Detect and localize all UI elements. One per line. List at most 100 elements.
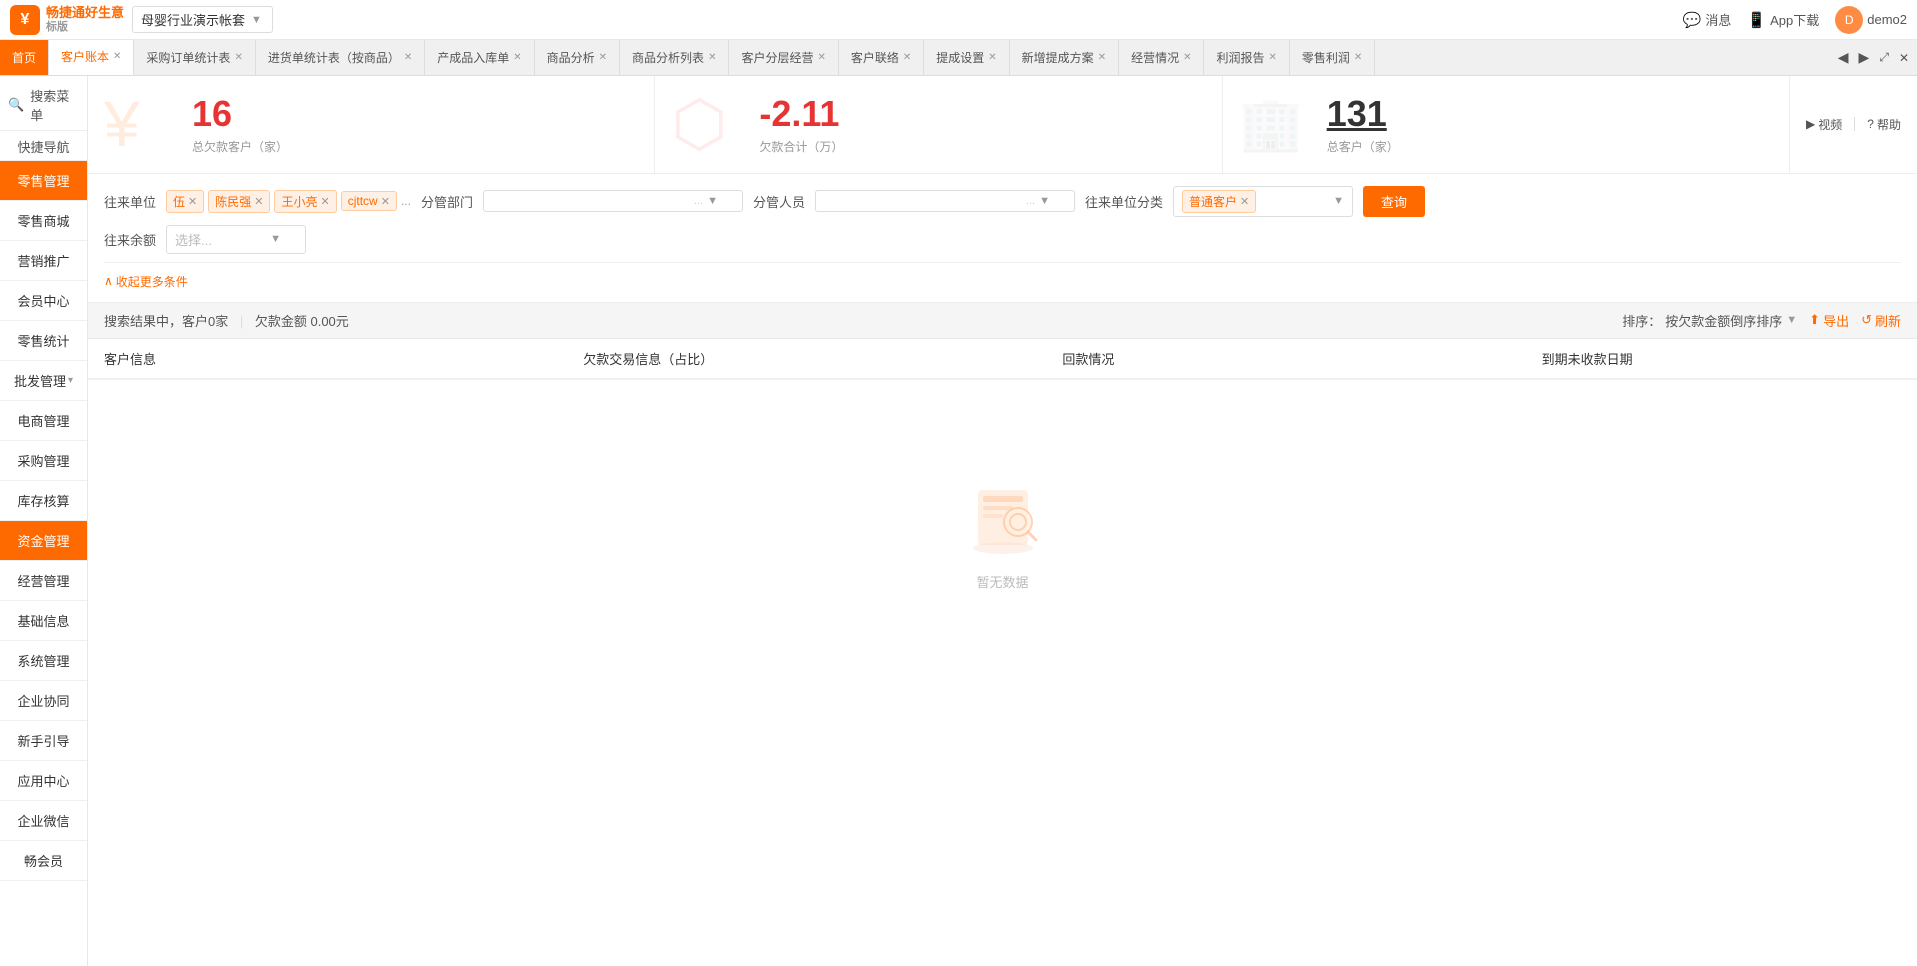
tab-commission[interactable]: 提成设置 ✕ [924, 40, 1009, 76]
remove-wu-icon[interactable]: ✕ [188, 195, 197, 208]
sidebar-item-corp-wechat[interactable]: 企业微信 [0, 801, 87, 841]
unit-type-tag-common[interactable]: 普通客户 ✕ [1182, 190, 1256, 213]
user-name: demo2 [1867, 12, 1907, 27]
close-receivable-icon[interactable]: ✕ [113, 51, 121, 62]
app-download-button[interactable]: 📱 App下载 [1747, 10, 1819, 29]
commission-label: 提成设置 [936, 49, 984, 66]
remove-cjttcw-icon[interactable]: ✕ [381, 195, 390, 208]
close-operation-icon[interactable]: ✕ [1183, 52, 1191, 63]
close-new-commission-icon[interactable]: ✕ [1098, 52, 1106, 63]
sidebar-item-ecommerce[interactable]: 电商管理 [0, 401, 87, 441]
tab-customer-contact[interactable]: 客户联络 ✕ [839, 40, 924, 76]
brand-logo[interactable]: ¥ 畅捷通好生意 标版 [10, 5, 124, 35]
nav-close-all-icon[interactable]: ✕ [1895, 49, 1913, 67]
close-commission-icon[interactable]: ✕ [988, 52, 996, 63]
customer-contact-label: 客户联络 [851, 49, 899, 66]
tab-new-commission[interactable]: 新增提成方案 ✕ [1010, 40, 1119, 76]
messages-label: 消息 [1705, 10, 1731, 29]
sidebar-item-marketing[interactable]: 营销推广 [0, 241, 87, 281]
dept-select[interactable]: ... ▼ [483, 190, 743, 212]
unit-tag-cjttcw[interactable]: cjttcw ✕ [341, 191, 397, 211]
collapse-button[interactable]: ∧ 收起更多条件 [104, 267, 1901, 298]
remove-chen-icon[interactable]: ✕ [254, 195, 263, 208]
remove-wang-icon[interactable]: ✕ [321, 195, 330, 208]
tab-home[interactable]: 首页 [0, 40, 49, 76]
balance-select[interactable]: 选择... ▼ [166, 225, 306, 254]
sidebar-item-retail-stat[interactable]: 零售统计 [0, 321, 87, 361]
close-goods-icon[interactable]: ✕ [599, 52, 607, 63]
close-contact-icon[interactable]: ✕ [903, 52, 911, 63]
close-product-icon[interactable]: ✕ [513, 52, 521, 63]
tab-profit-report[interactable]: 利润报告 ✕ [1204, 40, 1289, 76]
tab-customer-segment[interactable]: 客户分层经营 ✕ [729, 40, 838, 76]
sidebar-item-finance[interactable]: 资金管理 [0, 521, 87, 561]
help-button[interactable]: ? 帮助 [1867, 116, 1901, 133]
close-purchase-icon[interactable]: ✕ [234, 52, 242, 63]
sidebar-item-app-center[interactable]: 应用中心 [0, 761, 87, 801]
close-segment-icon[interactable]: ✕ [817, 52, 825, 63]
tab-stock-stat[interactable]: 进货单统计表（按商品） ✕ [256, 40, 425, 76]
sidebar-item-retail-shop[interactable]: 零售商城 [0, 201, 87, 241]
brand-icon: ¥ [10, 5, 40, 35]
video-button[interactable]: ▶ 视频 [1806, 116, 1842, 133]
sidebar-item-inventory[interactable]: 库存核算 [0, 481, 87, 521]
ecommerce-label: 电商管理 [17, 414, 69, 429]
tab-retail-profit[interactable]: 零售利润 ✕ [1290, 40, 1375, 76]
export-button[interactable]: ⬆ 导出 [1809, 311, 1849, 330]
tab-product-inbound[interactable]: 产成品入库单 ✕ [425, 40, 534, 76]
close-goods-list-icon[interactable]: ✕ [708, 52, 716, 63]
nav-maximize-icon[interactable]: ⤢ [1875, 48, 1893, 67]
unit-tag-wu[interactable]: 伍 ✕ [166, 190, 204, 213]
stat-total-debt: ⬡ -2.11 欠款合计（万） [655, 76, 1222, 173]
divider [1854, 117, 1855, 131]
nav-left-icon[interactable]: ◀ [1834, 47, 1853, 68]
tab-receivable[interactable]: 客户账本 ✕ [49, 40, 134, 76]
query-button[interactable]: 查询 [1363, 186, 1425, 217]
person-select[interactable]: ... ▼ [815, 190, 1075, 212]
messages-button[interactable]: 💬 消息 [1683, 10, 1732, 29]
close-retail-profit-icon[interactable]: ✕ [1354, 52, 1362, 63]
person-clear-icon[interactable]: ... [1026, 195, 1035, 207]
nav-right-icon[interactable]: ▶ [1855, 47, 1874, 68]
account-dropdown[interactable]: 母婴行业演示帐套 ▼ [132, 6, 273, 33]
close-stock-icon[interactable]: ✕ [404, 52, 412, 63]
unit-tag-wang[interactable]: 王小亮 ✕ [274, 190, 336, 213]
help-icon: ? [1867, 117, 1874, 131]
search-menu-label: 搜索菜单 [30, 86, 79, 124]
sort-dropdown[interactable]: 排序： 按欠款金额倒序排序 ▼ [1622, 311, 1797, 330]
sidebar-item-new-guide[interactable]: 新手引导 [0, 721, 87, 761]
tab-goods-list[interactable]: 商品分析列表 ✕ [620, 40, 729, 76]
quick-nav-label: 快捷导航 [17, 140, 69, 155]
stock-stat-label: 进货单统计表（按商品） [268, 49, 400, 66]
sidebar-item-wholesale[interactable]: 批发管理 ▾ [0, 361, 87, 401]
goods-analysis-label: 商品分析 [547, 49, 595, 66]
sidebar-item-basic-info[interactable]: 基础信息 [0, 601, 87, 641]
retail-shop-label: 零售商城 [17, 214, 69, 229]
sidebar-item-enterprise[interactable]: 企业协同 [0, 681, 87, 721]
sidebar-item-system[interactable]: 系统管理 [0, 641, 87, 681]
new-guide-label: 新手引导 [17, 734, 69, 749]
unit-type-filter-label: 往来单位分类 [1085, 192, 1163, 211]
user-profile[interactable]: D demo2 [1835, 6, 1907, 34]
stat-bg-yen-icon: ¥ [104, 87, 140, 161]
user-avatar: D [1835, 6, 1863, 34]
close-profit-icon[interactable]: ✕ [1269, 52, 1277, 63]
sidebar-quick-nav[interactable]: 快捷导航 [0, 131, 87, 161]
sidebar-item-vip[interactable]: 畅会员 [0, 841, 87, 881]
dept-clear-icon[interactable]: ... [694, 195, 703, 207]
sidebar-item-member[interactable]: 会员中心 [0, 281, 87, 321]
sidebar-search[interactable]: 🔍 搜索菜单 [0, 76, 87, 131]
unit-tag-chen[interactable]: 陈民强 ✕ [208, 190, 270, 213]
corp-wechat-label: 企业微信 [17, 814, 69, 829]
sidebar-item-purchase[interactable]: 采购管理 [0, 441, 87, 481]
more-tags-btn[interactable]: ... [401, 194, 411, 208]
unit-type-select[interactable]: 普通客户 ✕ ▼ [1173, 186, 1353, 217]
tab-purchase-order[interactable]: 采购订单统计表 ✕ [134, 40, 255, 76]
sidebar-item-operations[interactable]: 经营管理 [0, 561, 87, 601]
remove-common-icon[interactable]: ✕ [1240, 195, 1249, 208]
tab-operation[interactable]: 经营情况 ✕ [1119, 40, 1204, 76]
refresh-button[interactable]: ↺ 刷新 [1861, 311, 1901, 330]
filter-row-2: 往来余额 选择... ▼ [104, 225, 1901, 254]
sidebar-item-retail[interactable]: 零售管理 [0, 161, 87, 201]
tab-goods-analysis[interactable]: 商品分析 ✕ [535, 40, 620, 76]
